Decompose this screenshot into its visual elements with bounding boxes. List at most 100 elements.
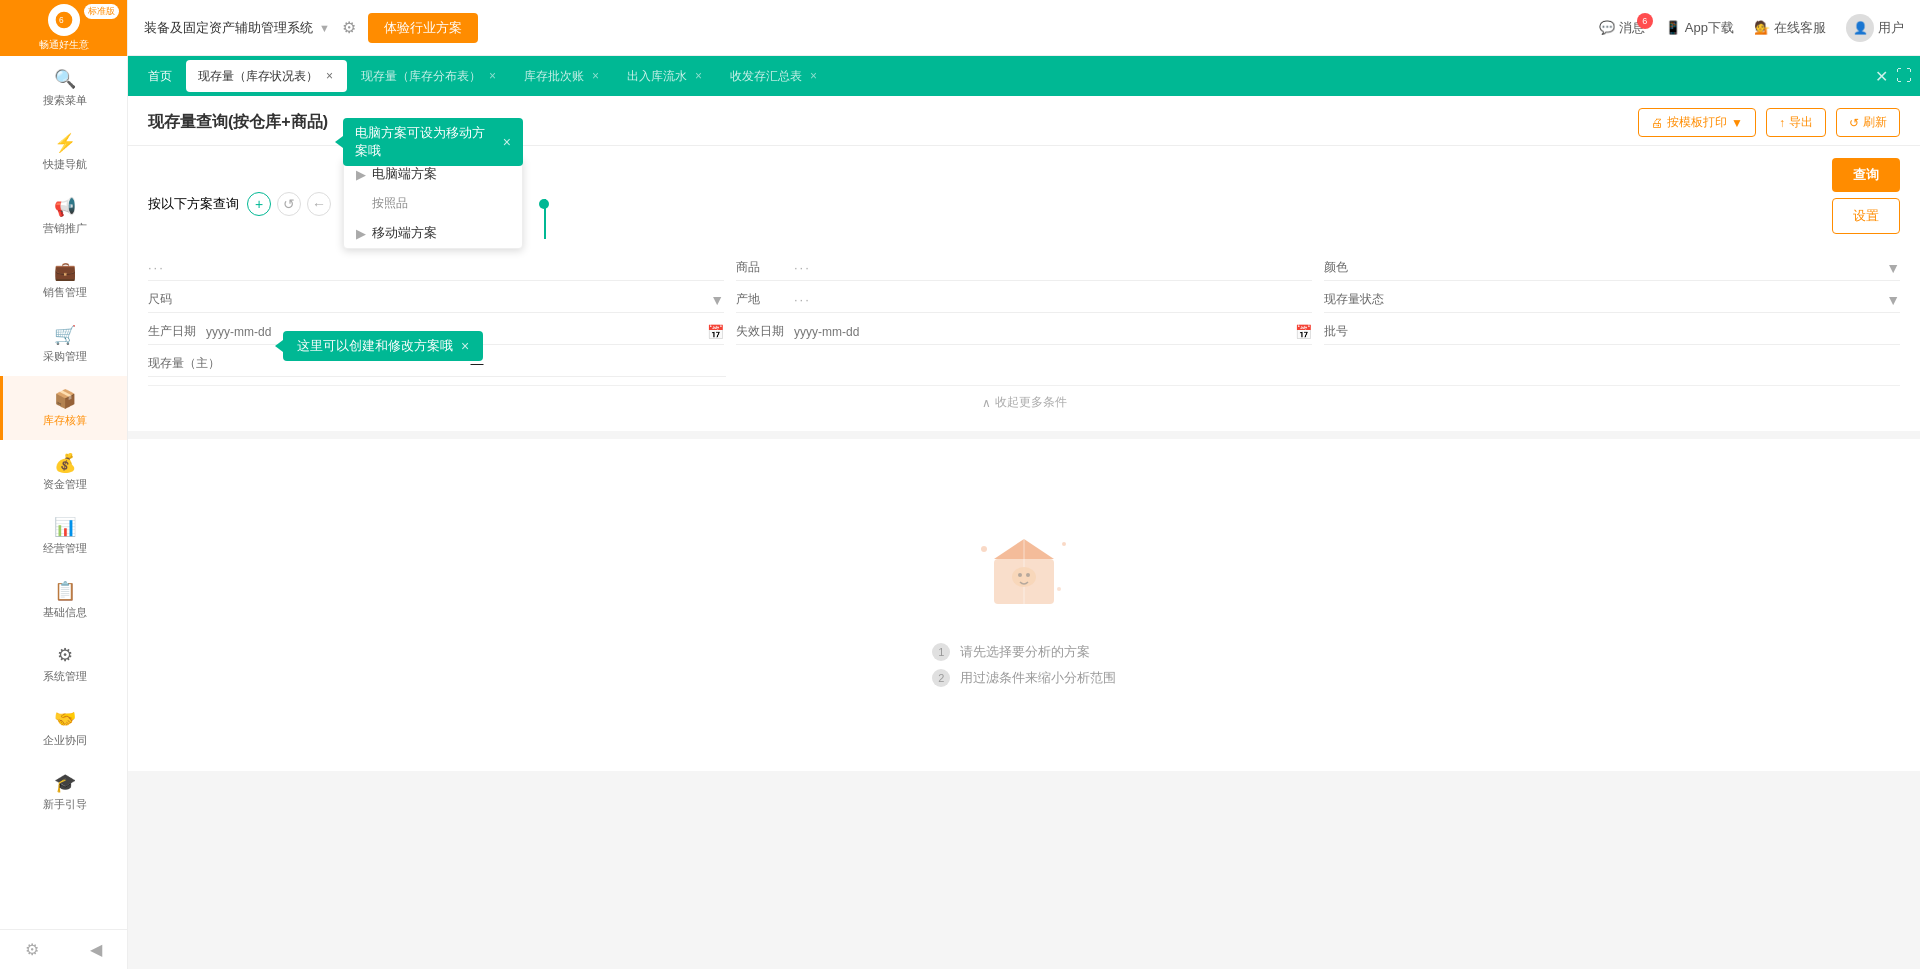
sidebar-item-inventory[interactable]: 📦 库存核算 — [0, 376, 127, 440]
sidebar-label-enterprise: 企业协同 — [43, 733, 87, 748]
size-chevron-icon[interactable]: ▼ — [710, 292, 724, 308]
sidebar-item-system[interactable]: ⚙ 系统管理 — [0, 632, 127, 696]
svg-text:6: 6 — [59, 15, 64, 25]
top-header: 装备及固定资产辅助管理系统 ▼ ⚙ 体验行业方案 💬 消息 6 📱 App下载 … — [128, 0, 1920, 56]
sidebar-item-sales[interactable]: 💼 销售管理 — [0, 248, 127, 312]
sidebar-label-newbie: 新手引导 — [43, 797, 87, 812]
system-settings-btn[interactable]: ⚙ — [342, 18, 356, 37]
export-icon: ↑ — [1779, 116, 1785, 130]
tab-batch-close[interactable]: × — [590, 69, 601, 83]
expiry-date-calendar-icon[interactable]: 📅 — [1295, 324, 1312, 340]
tab-summary-label: 收发存汇总表 — [730, 68, 802, 85]
sidebar-item-purchase[interactable]: 🛒 采购管理 — [0, 312, 127, 376]
scheme-item-mobile[interactable]: ▶ 移动端方案 — [344, 218, 522, 248]
refresh-scheme-btn[interactable]: ↺ — [277, 192, 301, 216]
sidebar-bottom: ⚙ ◀ — [0, 929, 127, 969]
sidebar-label-basic: 基础信息 — [43, 605, 87, 620]
system-name-text: 装备及固定资产辅助管理系统 — [144, 19, 313, 37]
inventory-icon: 📦 — [54, 388, 76, 410]
page-title: 现存量查询(按仓库+商品) — [148, 112, 328, 133]
tab-summary-close[interactable]: × — [808, 69, 819, 83]
expiry-date-input[interactable] — [794, 325, 1295, 339]
stock-main-label: 现存量（主） — [148, 355, 220, 372]
tab-stock-dist[interactable]: 现存量（库存分布表） × — [349, 60, 510, 92]
filter-row-1: ··· 商品 ··· 颜色 ▼ — [148, 259, 1900, 281]
marketing-icon: 📢 — [54, 196, 76, 218]
sidebar-item-finance[interactable]: 💰 资金管理 — [0, 440, 127, 504]
tab-batch[interactable]: 库存批次账 × — [512, 60, 613, 92]
svg-point-10 — [1057, 587, 1061, 591]
sidebar-label-purchase: 采购管理 — [43, 349, 87, 364]
tab-flow[interactable]: 出入库流水 × — [615, 60, 716, 92]
sidebar-item-newbie[interactable]: 🎓 新手引导 — [0, 760, 127, 824]
collapse-btn[interactable]: ∧ 收起更多条件 — [982, 394, 1067, 411]
sidebar-label-marketing: 营销推广 — [43, 221, 87, 236]
filter-settings-btn[interactable]: 设置 — [1832, 198, 1900, 234]
scheme-tooltip1-close[interactable]: × — [503, 134, 511, 150]
print-btn[interactable]: 🖨 按模板打印 ▼ — [1638, 108, 1756, 137]
sidebar: 6 畅通好生意 标准版 🔍 搜索菜单 ⚡ 快捷导航 📢 营销推广 💼 销售管理 … — [0, 0, 128, 969]
size-input-area[interactable]: ▼ — [206, 292, 724, 308]
tab-stock-dist-close[interactable]: × — [487, 69, 498, 83]
prev-scheme-btn[interactable]: ← — [307, 192, 331, 216]
sidebar-label-quicknav: 快捷导航 — [43, 157, 87, 172]
logo-area: 6 畅通好生意 标准版 — [0, 0, 127, 56]
app-download-area[interactable]: 📱 App下载 — [1665, 19, 1734, 37]
sidebar-label-sales: 销售管理 — [43, 285, 87, 300]
experience-btn[interactable]: 体验行业方案 — [368, 13, 478, 43]
filter-row-2: 尺码 ▼ 产地 ··· 现存量状态 — [148, 291, 1900, 313]
tab-home[interactable]: 首页 — [136, 60, 184, 92]
tab-stock-status[interactable]: 现存量（库存状况表） × — [186, 60, 347, 92]
step1-num: 1 — [932, 643, 950, 661]
sidebar-item-marketing[interactable]: 📢 营销推广 — [0, 184, 127, 248]
export-btn[interactable]: ↑ 导出 — [1766, 108, 1826, 137]
print-chevron-icon: ▼ — [1731, 116, 1743, 130]
tab-fullscreen-btn[interactable]: ⛶ — [1896, 67, 1912, 86]
system-name: 装备及固定资产辅助管理系统 ▼ — [144, 19, 330, 37]
stock-status-chevron-icon[interactable]: ▼ — [1886, 292, 1900, 308]
stock-main-to[interactable] — [646, 357, 726, 371]
scheme-item-byproduct[interactable]: 按照品 — [344, 189, 522, 218]
sidebar-item-search[interactable]: 🔍 搜索菜单 — [0, 56, 127, 120]
tab-flow-close[interactable]: × — [693, 69, 704, 83]
system-icon: ⚙ — [57, 644, 73, 666]
filter-field-stock-status: 现存量状态 ▼ — [1324, 291, 1900, 313]
sidebar-item-management[interactable]: 📊 经营管理 — [0, 504, 127, 568]
online-service-area[interactable]: 💁 在线客服 — [1754, 19, 1826, 37]
sidebar-item-enterprise[interactable]: 🤝 企业协同 — [0, 696, 127, 760]
tab-stock-status-close[interactable]: × — [324, 69, 335, 83]
sidebar-item-quicknav[interactable]: ⚡ 快捷导航 — [0, 120, 127, 184]
tab-summary[interactable]: 收发存汇总表 × — [718, 60, 831, 92]
scheme-tooltip1: 电脑方案可设为移动方案哦 × — [343, 118, 523, 166]
size-label: 尺码 — [148, 291, 198, 308]
refresh-btn[interactable]: ↺ 刷新 — [1836, 108, 1900, 137]
tab-close-all-btn[interactable]: ✕ — [1875, 67, 1888, 86]
query-btn[interactable]: 查询 — [1832, 158, 1900, 192]
page-actions: 🖨 按模板打印 ▼ ↑ 导出 ↺ 刷新 — [1638, 108, 1900, 137]
settings-bottom-btn[interactable]: ⚙ — [25, 940, 39, 959]
sales-icon: 💼 — [54, 260, 76, 282]
tab-batch-label: 库存批次账 — [524, 68, 584, 85]
collapse-sidebar-btn[interactable]: ◀ — [90, 940, 102, 959]
notification-area[interactable]: 💬 消息 6 — [1599, 19, 1645, 37]
service-icon: 💁 — [1754, 20, 1770, 35]
empty-state-text: 1 请先选择要分析的方案 2 用过滤条件来缩小分析范围 — [932, 639, 1116, 691]
notification-icon: 💬 — [1599, 20, 1615, 35]
query-area: 查询 设置 — [1832, 158, 1900, 234]
search-icon: 🔍 — [54, 68, 76, 90]
batch-input[interactable] — [1382, 325, 1900, 339]
filter-field-product: 商品 ··· — [736, 259, 1312, 281]
app-badge: 标准版 — [84, 4, 119, 19]
color-input-area[interactable]: ▼ — [1382, 260, 1900, 276]
sidebar-item-basic[interactable]: 📋 基础信息 — [0, 568, 127, 632]
add-scheme-btn[interactable]: + — [247, 192, 271, 216]
prod-date-calendar-icon[interactable]: 📅 — [707, 324, 724, 340]
expiry-date-input-area: 📅 — [794, 324, 1312, 340]
finance-icon: 💰 — [54, 452, 76, 474]
app-download-label: App下载 — [1685, 19, 1734, 37]
scheme-tooltip2-close[interactable]: × — [461, 338, 469, 354]
stock-status-input[interactable]: ▼ — [1392, 292, 1900, 308]
notification-badge: 6 — [1637, 13, 1653, 29]
color-chevron-icon[interactable]: ▼ — [1886, 260, 1900, 276]
user-area[interactable]: 👤 用户 — [1846, 14, 1904, 42]
